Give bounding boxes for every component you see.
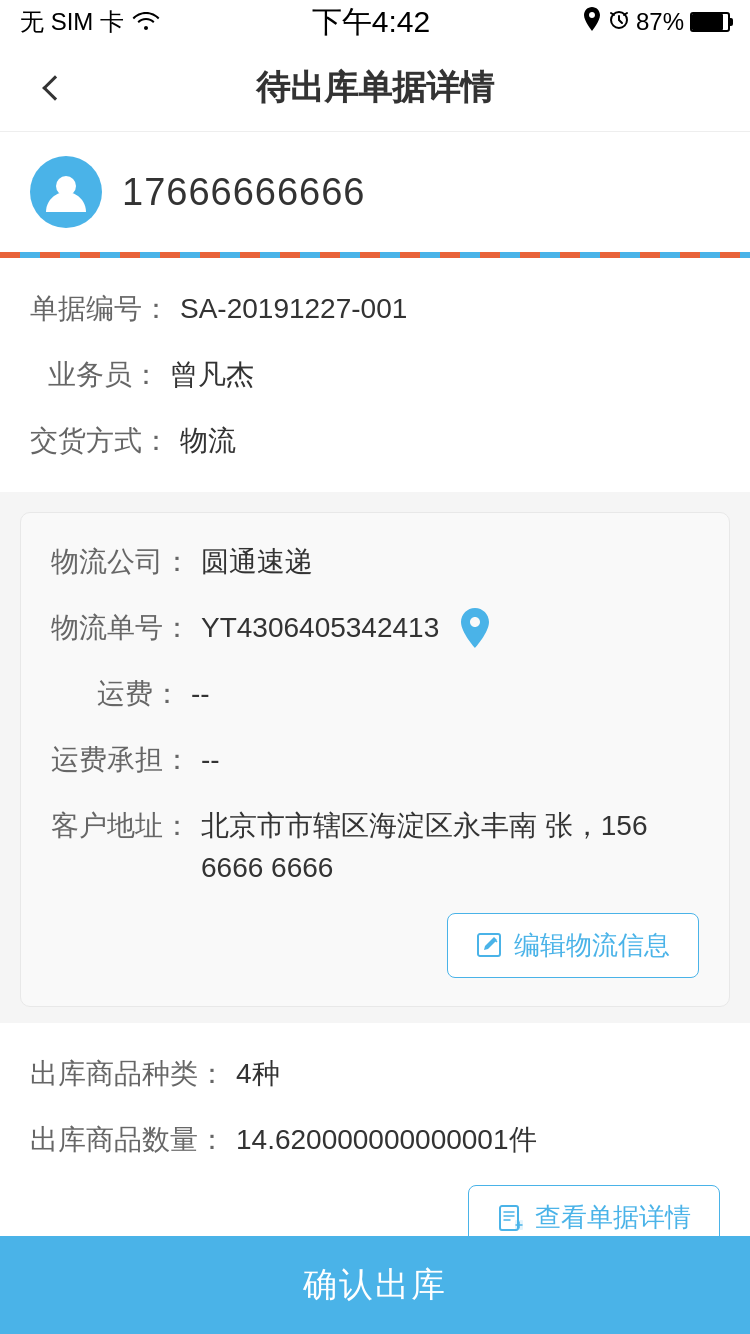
freight-label: 运费： — [51, 673, 191, 715]
address-label: 客户地址： — [51, 805, 201, 847]
freight-row: 运费： -- — [51, 673, 699, 715]
logistics-section: 物流公司： 圆通速递 物流单号： YT4306405342413 运费： -- … — [20, 512, 730, 1007]
agent-row: 业务员： 曾凡杰 — [30, 354, 720, 396]
agent-label: 业务员： — [30, 354, 170, 396]
logistics-company-value: 圆通速递 — [201, 541, 699, 583]
document-number-row: 单据编号： SA-20191227-001 — [30, 288, 720, 330]
page-title: 待出库单据详情 — [256, 65, 494, 111]
edit-logistics-button[interactable]: 编辑物流信息 — [447, 913, 699, 978]
delivery-label: 交货方式： — [30, 420, 180, 462]
freight-bearer-value: -- — [201, 739, 699, 781]
edit-logistics-label: 编辑物流信息 — [514, 928, 670, 963]
freight-bearer-row: 运费承担： -- — [51, 739, 699, 781]
edit-logistics-wrapper: 编辑物流信息 — [51, 913, 699, 978]
location-status-icon — [582, 7, 602, 37]
status-right: 87% — [582, 7, 730, 37]
user-phone: 17666666666 — [122, 171, 365, 214]
battery-icon — [690, 12, 730, 32]
goods-quantity-row: 出库商品数量： 14.620000000000001件 — [30, 1119, 720, 1161]
document-info-section: 单据编号： SA-20191227-001 业务员： 曾凡杰 交货方式： 物流 — [0, 258, 750, 492]
status-bar: 无 SIM 卡 下午4:42 87% — [0, 0, 750, 44]
goods-quantity-label: 出库商品数量： — [30, 1119, 236, 1161]
logistics-company-row: 物流公司： 圆通速递 — [51, 541, 699, 583]
avatar — [30, 156, 102, 228]
address-value: 北京市市辖区海淀区永丰南 张，156 6666 6666 — [201, 805, 699, 889]
map-pin-icon[interactable] — [455, 608, 495, 648]
goods-type-row: 出库商品种类： 4种 — [30, 1053, 720, 1095]
delivery-value: 物流 — [180, 420, 720, 462]
agent-value: 曾凡杰 — [170, 354, 720, 396]
confirm-label: 确认出库 — [303, 1265, 447, 1303]
logistics-tracking-label: 物流单号： — [51, 607, 201, 649]
carrier-label: 无 SIM 卡 — [20, 6, 124, 38]
wifi-icon — [132, 8, 160, 36]
goods-type-value: 4种 — [236, 1053, 720, 1095]
view-detail-label: 查看单据详情 — [535, 1200, 691, 1235]
status-left: 无 SIM 卡 — [20, 6, 160, 38]
user-icon — [42, 168, 90, 216]
freight-value: -- — [191, 673, 699, 715]
delivery-row: 交货方式： 物流 — [30, 420, 720, 462]
confirm-button[interactable]: 确认出库 — [0, 1236, 750, 1334]
nav-bar: 待出库单据详情 — [0, 44, 750, 132]
status-time: 下午4:42 — [312, 2, 430, 43]
back-arrow-icon — [42, 75, 67, 100]
user-header: 17666666666 — [0, 132, 750, 252]
logistics-tracking-value: YT4306405342413 — [201, 607, 699, 649]
battery-label: 87% — [636, 8, 684, 36]
separator-1 — [0, 1007, 750, 1023]
address-row: 客户地址： 北京市市辖区海淀区永丰南 张，156 6666 6666 — [51, 805, 699, 889]
logistics-company-label: 物流公司： — [51, 541, 201, 583]
goods-quantity-value: 14.620000000000001件 — [236, 1119, 720, 1161]
document-number-value: SA-20191227-001 — [180, 288, 720, 330]
back-button[interactable] — [30, 66, 74, 110]
document-number-label: 单据编号： — [30, 288, 180, 330]
edit-icon — [476, 932, 504, 960]
document-icon — [497, 1204, 525, 1232]
freight-bearer-label: 运费承担： — [51, 739, 201, 781]
alarm-status-icon — [608, 8, 630, 36]
goods-type-label: 出库商品种类： — [30, 1053, 236, 1095]
logistics-tracking-row: 物流单号： YT4306405342413 — [51, 607, 699, 649]
